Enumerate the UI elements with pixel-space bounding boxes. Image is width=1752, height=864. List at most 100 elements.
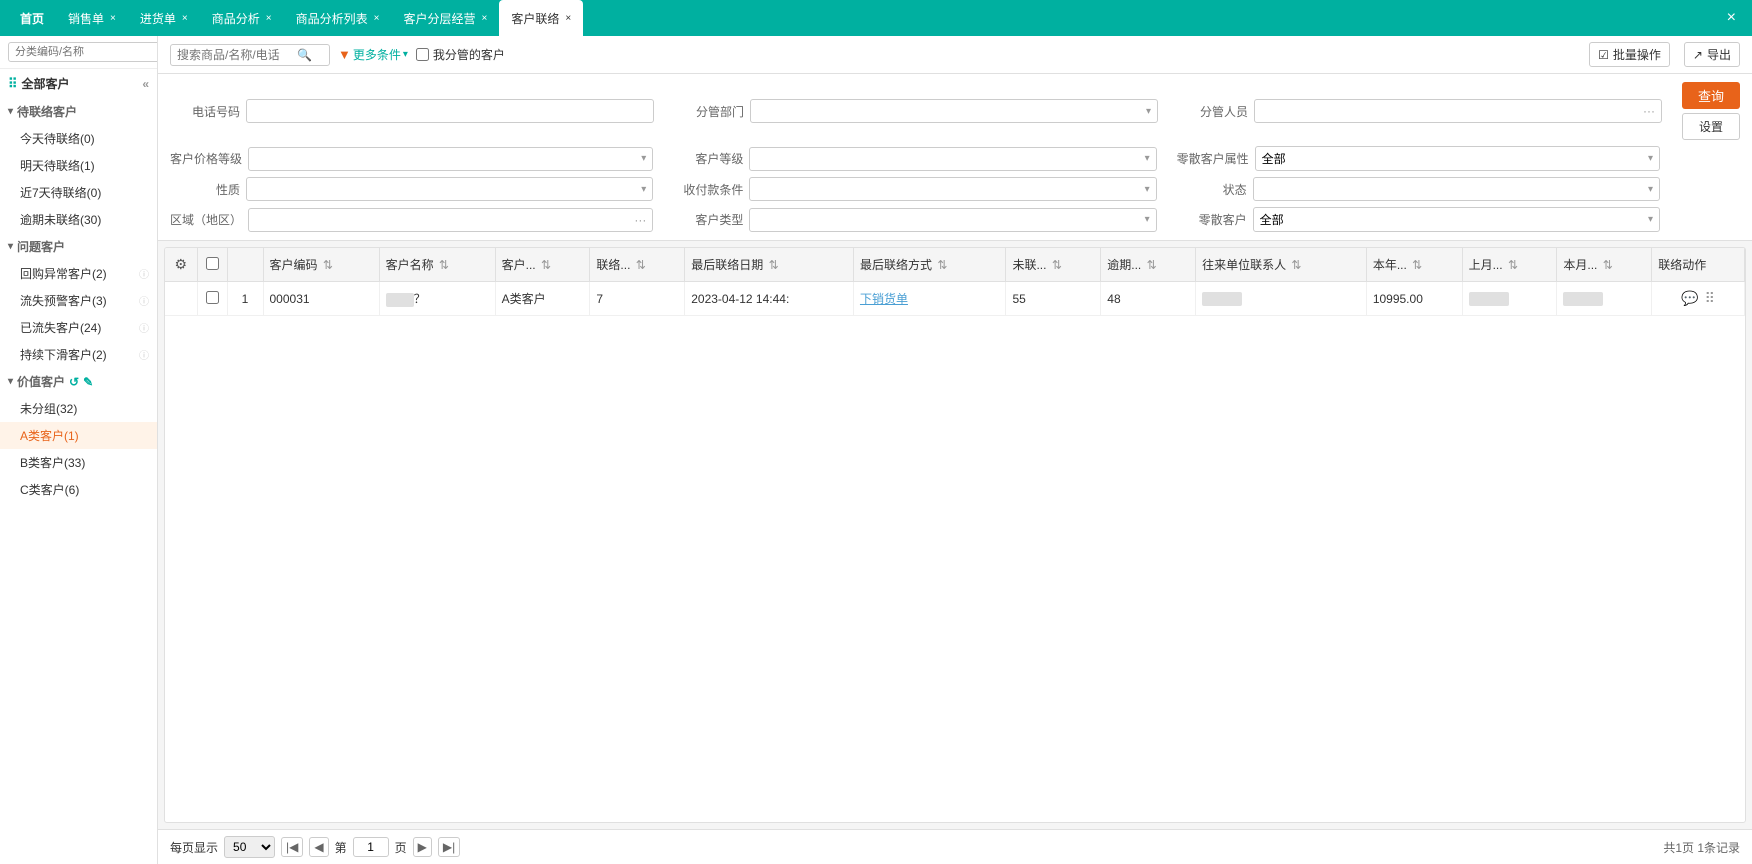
- tab-sales[interactable]: 销售单 ×: [56, 0, 128, 36]
- sidebar-item-today[interactable]: 今天待联络(0): [0, 125, 157, 152]
- sidebar-all-customers-header: ⠿ 全部客户 «: [0, 69, 157, 98]
- next-page-btn[interactable]: ▶: [413, 837, 432, 857]
- sidebar-group-problem-title[interactable]: ▾ 问题客户: [0, 233, 157, 260]
- tab-goods-list[interactable]: 商品分析列表 ×: [284, 0, 392, 36]
- filter-status-select[interactable]: ▾: [1253, 177, 1660, 201]
- filter-customer-type-select[interactable]: ▾: [749, 208, 1156, 232]
- sort-icon-uncontacted[interactable]: ⇅: [1052, 258, 1062, 272]
- filter-retail-customer-select[interactable]: 全部 ▾: [1253, 207, 1660, 232]
- tab-sales-close[interactable]: ×: [110, 13, 116, 24]
- first-page-btn[interactable]: |◀: [281, 837, 303, 857]
- nav-close-all[interactable]: ×: [1719, 9, 1744, 27]
- table-settings-icon[interactable]: ⚙: [174, 256, 187, 272]
- sort-icon-contact[interactable]: ⇅: [636, 258, 646, 272]
- sort-icon-type[interactable]: ⇅: [541, 258, 551, 272]
- sort-icon-code[interactable]: ⇅: [323, 258, 333, 272]
- last-page-btn[interactable]: ▶|: [438, 837, 460, 857]
- sidebar-item-week[interactable]: 近7天待联络(0): [0, 179, 157, 206]
- sidebar-item-churned[interactable]: 已流失客户(24) ⓘ: [0, 314, 157, 341]
- sidebar-item-class-a[interactable]: A类客户(1): [0, 422, 157, 449]
- row-last-month: [1462, 282, 1557, 316]
- region-select-dots: ···: [634, 213, 646, 227]
- contact-method-link[interactable]: 下销货单: [860, 292, 908, 306]
- sidebar-all-customers-label[interactable]: 全部客户: [22, 75, 70, 92]
- filter-dept-select[interactable]: ▾: [750, 99, 1158, 123]
- sort-icon-name[interactable]: ⇅: [439, 258, 449, 272]
- sidebar-item-repurchase-abnormal[interactable]: 回购异常客户(2) ⓘ: [0, 260, 157, 287]
- filter-nature-select[interactable]: ▾: [246, 177, 653, 201]
- sidebar-collapse-icon[interactable]: «: [142, 77, 149, 91]
- filter-more-btn[interactable]: ▼ 更多条件 ▾: [338, 46, 408, 63]
- sort-icon-overdue[interactable]: ⇅: [1147, 258, 1157, 272]
- tab-customer-contact[interactable]: 客户联络 ×: [499, 0, 583, 36]
- filter-price-level-select[interactable]: ▾: [248, 147, 653, 171]
- sidebar-item-tomorrow[interactable]: 明天待联络(1): [0, 152, 157, 179]
- row-select-checkbox[interactable]: [206, 291, 219, 304]
- batch-op-btn[interactable]: ☑ 批量操作: [1589, 42, 1670, 67]
- filter-retail-attr-select[interactable]: 全部 ▾: [1255, 146, 1660, 171]
- sort-icon-contacts[interactable]: ⇅: [1291, 258, 1301, 272]
- filter-manager-select[interactable]: ···: [1254, 99, 1662, 123]
- sort-icon-date[interactable]: ⇅: [769, 258, 779, 272]
- export-icon: ↗: [1693, 48, 1703, 62]
- bottom-bar: 每页显示 50 20 100 |◀ ◀ 第 页 ▶ ▶| 共1页 1条记录: [158, 829, 1752, 864]
- filter-row-2: 客户价格等级 ▾ 客户等级 ▾ 零散客户属性 全部 ▾: [170, 146, 1740, 171]
- tab-customer-tier-label: 客户分层经营: [403, 10, 475, 27]
- content-area: 🔍 ▼ 更多条件 ▾ 我分管的客户 ☑ 批量操作 ↗ 导出: [158, 36, 1752, 864]
- prev-page-btn[interactable]: ◀: [309, 837, 328, 857]
- sort-icon-last-month[interactable]: ⇅: [1508, 258, 1518, 272]
- tab-goods-analysis-close[interactable]: ×: [266, 13, 272, 24]
- export-btn[interactable]: ↗ 导出: [1684, 42, 1740, 67]
- sort-icon-method[interactable]: ⇅: [937, 258, 947, 272]
- per-page-select[interactable]: 50 20 100: [224, 836, 275, 858]
- tab-goods-list-close[interactable]: ×: [374, 13, 380, 24]
- refresh-icon[interactable]: ↺: [69, 375, 79, 389]
- tab-goods-analysis[interactable]: 商品分析 ×: [200, 0, 284, 36]
- row-actions: 💬 ⠿: [1652, 282, 1745, 316]
- filter-phone-input[interactable]: [246, 99, 654, 123]
- tab-home[interactable]: 首页: [8, 0, 56, 36]
- sidebar-item-class-b[interactable]: B类客户(33): [0, 449, 157, 476]
- grid-action-icon[interactable]: ⠿: [1705, 290, 1715, 307]
- sidebar-item-overdue[interactable]: 逾期未联络(30): [0, 206, 157, 233]
- sidebar-item-class-c[interactable]: C类客户(6): [0, 476, 157, 503]
- filter-price-level: 客户价格等级 ▾: [170, 147, 653, 171]
- filter-search-input[interactable]: [177, 48, 297, 62]
- tab-customer-tier[interactable]: 客户分层经营 ×: [391, 0, 499, 36]
- sidebar-search-input[interactable]: [8, 42, 158, 62]
- my-customers-check[interactable]: [416, 48, 429, 61]
- sidebar-item-declining[interactable]: 持续下滑客户(2) ⓘ: [0, 341, 157, 368]
- tab-purchase-close[interactable]: ×: [182, 13, 188, 24]
- tab-customer-tier-close[interactable]: ×: [481, 13, 487, 24]
- filter-customer-level-select[interactable]: ▾: [749, 147, 1156, 171]
- sort-icon-this-month[interactable]: ⇅: [1603, 258, 1613, 272]
- filter-icon: ▼: [338, 47, 351, 62]
- col-checkbox: [197, 248, 227, 282]
- select-all-checkbox[interactable]: [206, 257, 219, 270]
- sidebar-item-unclassified[interactable]: 未分组(32): [0, 395, 157, 422]
- sidebar-item-churn-warning[interactable]: 流失预警客户(3) ⓘ: [0, 287, 157, 314]
- row-num: 1: [227, 282, 263, 316]
- chat-icon[interactable]: 💬: [1681, 290, 1698, 307]
- filter-region-label: 区域（地区）: [170, 211, 242, 228]
- col-customer-code: 客户编码 ⇅: [263, 248, 379, 282]
- tab-purchase[interactable]: 进货单 ×: [128, 0, 200, 36]
- sidebar-group-value-title[interactable]: ▾ 价值客户 ↺ ✎: [0, 368, 157, 395]
- filter-payment-select[interactable]: ▾: [749, 177, 1156, 201]
- page-number-input[interactable]: [353, 837, 389, 857]
- edit-icon[interactable]: ✎: [83, 375, 93, 389]
- filter-search-icon[interactable]: 🔍: [297, 48, 312, 62]
- filter-retail-attr: 零散客户属性 全部 ▾: [1177, 146, 1660, 171]
- pagination: 每页显示 50 20 100 |◀ ◀ 第 页 ▶ ▶|: [170, 836, 460, 858]
- sidebar-group-pending-title[interactable]: ▾ 待联络客户: [0, 98, 157, 125]
- check-icon: ☑: [1598, 48, 1609, 62]
- col-contacts: 往来单位联系人 ⇅: [1196, 248, 1367, 282]
- sort-icon-year[interactable]: ⇅: [1412, 258, 1422, 272]
- settings-btn[interactable]: 设置: [1682, 113, 1740, 140]
- filter-region-select[interactable]: ···: [248, 208, 653, 232]
- sidebar: 🔍 ⠿ 全部客户 « ▾ 待联络客户 今天待联络(0) 明天待联络(1) 近7天…: [0, 36, 158, 864]
- tab-customer-contact-close[interactable]: ×: [565, 13, 571, 24]
- my-customers-checkbox[interactable]: 我分管的客户: [416, 46, 505, 63]
- query-btn[interactable]: 查询: [1682, 82, 1740, 109]
- chevron-icon: ▾: [403, 49, 408, 60]
